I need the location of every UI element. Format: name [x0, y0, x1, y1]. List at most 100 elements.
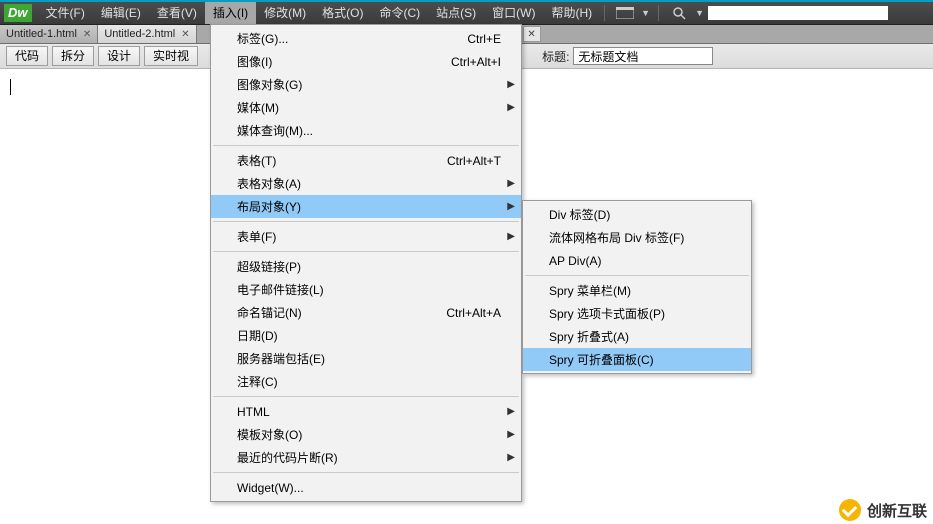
mi-label: Spry 折叠式(A) [549, 328, 629, 345]
mi-label: 表单(F) [237, 228, 276, 245]
mi-named-anchor[interactable]: 命名锚记(N) Ctrl+Alt+A [211, 301, 521, 324]
mi-date[interactable]: 日期(D) [211, 324, 521, 347]
mi-shortcut: Ctrl+E [427, 32, 501, 46]
mi-label: HTML [237, 405, 270, 419]
menu-modify[interactable]: 修改(M) [256, 2, 314, 24]
mi-shortcut: Ctrl+Alt+A [406, 306, 501, 320]
mi-label: AP Div(A) [549, 254, 601, 268]
menu-help[interactable]: 帮助(H) [543, 2, 600, 24]
smi-ap-div[interactable]: AP Div(A) [523, 249, 751, 272]
doc-tab-2[interactable]: Untitled-2.html ✕ [98, 25, 196, 43]
menubar-separator-2 [658, 5, 659, 21]
doc-tab-1[interactable]: Untitled-1.html ✕ [0, 25, 98, 43]
mi-hyperlink[interactable]: 超级链接(P) [211, 255, 521, 278]
mi-label: 服务器端包括(E) [237, 350, 325, 367]
mi-ssi[interactable]: 服务器端包括(E) [211, 347, 521, 370]
chevron-right-icon: ▶ [507, 406, 515, 417]
mi-label: 图像(I) [237, 53, 272, 70]
doc-tab-label: Untitled-2.html [104, 28, 175, 40]
mi-widget[interactable]: Widget(W)... [211, 476, 521, 499]
mi-tag[interactable]: 标签(G)... Ctrl+E [211, 27, 521, 50]
menu-site[interactable]: 站点(S) [428, 2, 484, 24]
mi-comment[interactable]: 注释(C) [211, 370, 521, 393]
mi-template-objects[interactable]: 模板对象(O) ▶ [211, 423, 521, 446]
menu-separator [213, 145, 519, 146]
watermark-text: 创新互联 [867, 500, 927, 521]
search-bar[interactable] [708, 6, 888, 20]
search-dropdown-icon[interactable]: ▼ [695, 8, 704, 18]
mi-media[interactable]: 媒体(M) ▶ [211, 96, 521, 119]
chevron-right-icon: ▶ [507, 79, 515, 90]
mi-table[interactable]: 表格(T) Ctrl+Alt+T [211, 149, 521, 172]
doc-tab-label: Untitled-1.html [6, 28, 77, 40]
menu-separator [213, 221, 519, 222]
menubar: Dw 文件(F) 编辑(E) 查看(V) 插入(I) 修改(M) 格式(O) 命… [0, 2, 933, 25]
mi-layout-objects[interactable]: 布局对象(Y) ▶ [211, 195, 521, 218]
mi-label: Div 标签(D) [549, 206, 610, 223]
view-split-button[interactable]: 拆分 [52, 46, 94, 66]
mi-label: 布局对象(Y) [237, 198, 301, 215]
insert-menu-dropdown: 标签(G)... Ctrl+E 图像(I) Ctrl+Alt+I 图像对象(G)… [210, 24, 522, 502]
menu-separator [213, 472, 519, 473]
smi-spry-accordion[interactable]: Spry 折叠式(A) [523, 325, 751, 348]
menu-separator [213, 251, 519, 252]
mi-label: 最近的代码片断(R) [237, 449, 338, 466]
chevron-right-icon: ▶ [507, 452, 515, 463]
mi-label: 媒体查询(M)... [237, 122, 313, 139]
menubar-separator [604, 5, 605, 21]
menu-edit[interactable]: 编辑(E) [93, 2, 149, 24]
mi-label: Spry 选项卡式面板(P) [549, 305, 665, 322]
mi-image[interactable]: 图像(I) Ctrl+Alt+I [211, 50, 521, 73]
mi-form[interactable]: 表单(F) ▶ [211, 225, 521, 248]
menu-view[interactable]: 查看(V) [149, 2, 205, 24]
view-live-button[interactable]: 实时视 [144, 46, 198, 66]
text-caret [10, 79, 11, 95]
view-design-button[interactable]: 设计 [98, 46, 140, 66]
close-icon[interactable]: ✕ [181, 29, 189, 40]
mi-label: 表格对象(A) [237, 175, 301, 192]
menu-insert[interactable]: 插入(I) [205, 2, 256, 24]
mi-html[interactable]: HTML ▶ [211, 400, 521, 423]
menu-separator [213, 396, 519, 397]
mi-label: 电子邮件链接(L) [237, 281, 324, 298]
title-label: 标题: [542, 48, 569, 65]
search-icon[interactable] [665, 5, 693, 21]
mi-label: Widget(W)... [237, 481, 304, 495]
mi-label: 流体网格布局 Div 标签(F) [549, 229, 684, 246]
view-code-button[interactable]: 代码 [6, 46, 48, 66]
watermark: 创新互联 [839, 499, 927, 521]
mi-table-objects[interactable]: 表格对象(A) ▶ [211, 172, 521, 195]
smi-fluid-grid-div[interactable]: 流体网格布局 Div 标签(F) [523, 226, 751, 249]
menu-commands[interactable]: 命令(C) [371, 2, 428, 24]
app-logo: Dw [4, 4, 32, 22]
chevron-right-icon: ▶ [507, 429, 515, 440]
layout-dropdown-icon[interactable]: ▼ [641, 8, 650, 18]
mi-label: 媒体(M) [237, 99, 279, 116]
menu-format[interactable]: 格式(O) [314, 2, 371, 24]
mi-image-objects[interactable]: 图像对象(G) ▶ [211, 73, 521, 96]
mi-shortcut: Ctrl+Alt+T [407, 154, 501, 168]
document-title-input[interactable] [573, 47, 713, 65]
mi-label: 命名锚记(N) [237, 304, 302, 321]
menu-window[interactable]: 窗口(W) [484, 2, 543, 24]
mi-label: 表格(T) [237, 152, 276, 169]
layout-objects-submenu: Div 标签(D) 流体网格布局 Div 标签(F) AP Div(A) Spr… [522, 200, 752, 374]
chevron-right-icon: ▶ [507, 201, 515, 212]
chevron-right-icon: ▶ [507, 231, 515, 242]
layout-switcher-icon[interactable] [611, 5, 639, 21]
smi-spry-collapsible-panel[interactable]: Spry 可折叠面板(C) [523, 348, 751, 371]
mi-recent-snippets[interactable]: 最近的代码片断(R) ▶ [211, 446, 521, 469]
mi-label: 图像对象(G) [237, 76, 302, 93]
mi-shortcut: Ctrl+Alt+I [411, 55, 501, 69]
smi-spry-tabbed-panels[interactable]: Spry 选项卡式面板(P) [523, 302, 751, 325]
menu-separator [525, 275, 749, 276]
panel-close-button[interactable]: ✕ [523, 26, 541, 42]
mi-label: 注释(C) [237, 373, 278, 390]
mi-media-query[interactable]: 媒体查询(M)... [211, 119, 521, 142]
smi-div-tag[interactable]: Div 标签(D) [523, 203, 751, 226]
menu-file[interactable]: 文件(F) [38, 2, 93, 24]
mi-email-link[interactable]: 电子邮件链接(L) [211, 278, 521, 301]
close-icon[interactable]: ✕ [83, 29, 91, 40]
mi-label: 模板对象(O) [237, 426, 302, 443]
smi-spry-menubar[interactable]: Spry 菜单栏(M) [523, 279, 751, 302]
